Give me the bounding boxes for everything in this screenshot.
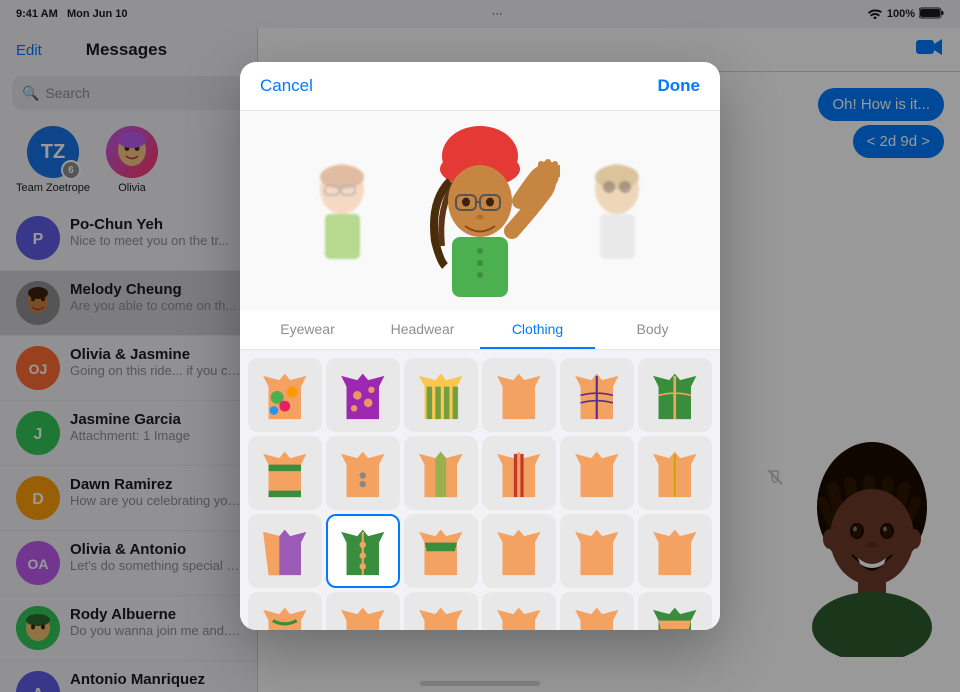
clothing-item-12[interactable] [248, 514, 322, 588]
clothing-item-17[interactable] [638, 514, 712, 588]
clothing-item-23[interactable] [638, 592, 712, 630]
clothing-item-19[interactable] [326, 592, 400, 630]
clothing-item-7[interactable] [326, 436, 400, 510]
clothing-item-16[interactable] [560, 514, 634, 588]
clothing-item-11[interactable] [638, 436, 712, 510]
clothing-item-20[interactable] [404, 592, 478, 630]
clothing-item-21[interactable] [482, 592, 556, 630]
memoji-editor-modal: Cancel Done [240, 62, 720, 630]
category-tabs: Eyewear Headwear Clothing Body [240, 311, 720, 350]
memoji-right [580, 149, 655, 274]
clothing-item-3[interactable] [482, 358, 556, 432]
home-indicator [420, 681, 540, 686]
clothing-item-5[interactable] [638, 358, 712, 432]
clothing-item-10[interactable] [560, 436, 634, 510]
clothing-item-15[interactable] [482, 514, 556, 588]
clothing-grid [240, 350, 720, 630]
memoji-center [400, 111, 560, 311]
modal-header: Cancel Done [240, 62, 720, 111]
cancel-button[interactable]: Cancel [260, 76, 313, 96]
clothing-item-14[interactable] [404, 514, 478, 588]
clothing-item-0[interactable] [248, 358, 322, 432]
ipad-screen: 9:41 AM Mon Jun 10 ··· 100% [0, 0, 960, 692]
tab-headwear[interactable]: Headwear [365, 311, 480, 349]
clothing-item-4[interactable] [560, 358, 634, 432]
clothing-item-6[interactable] [248, 436, 322, 510]
memoji-preview-area [240, 111, 720, 311]
memoji-left [305, 149, 380, 274]
modal-done[interactable]: Done [658, 76, 701, 96]
clothing-item-1[interactable] [326, 358, 400, 432]
clothing-item-13[interactable] [326, 514, 400, 588]
clothing-item-9[interactable] [482, 436, 556, 510]
clothing-item-8[interactable] [404, 436, 478, 510]
tab-eyewear[interactable]: Eyewear [250, 311, 365, 349]
modal-overlay: Cancel Done [0, 0, 960, 692]
clothing-item-2[interactable] [404, 358, 478, 432]
tab-body[interactable]: Body [595, 311, 710, 349]
clothing-item-18[interactable] [248, 592, 322, 630]
clothing-item-22[interactable] [560, 592, 634, 630]
tab-clothing[interactable]: Clothing [480, 311, 595, 349]
